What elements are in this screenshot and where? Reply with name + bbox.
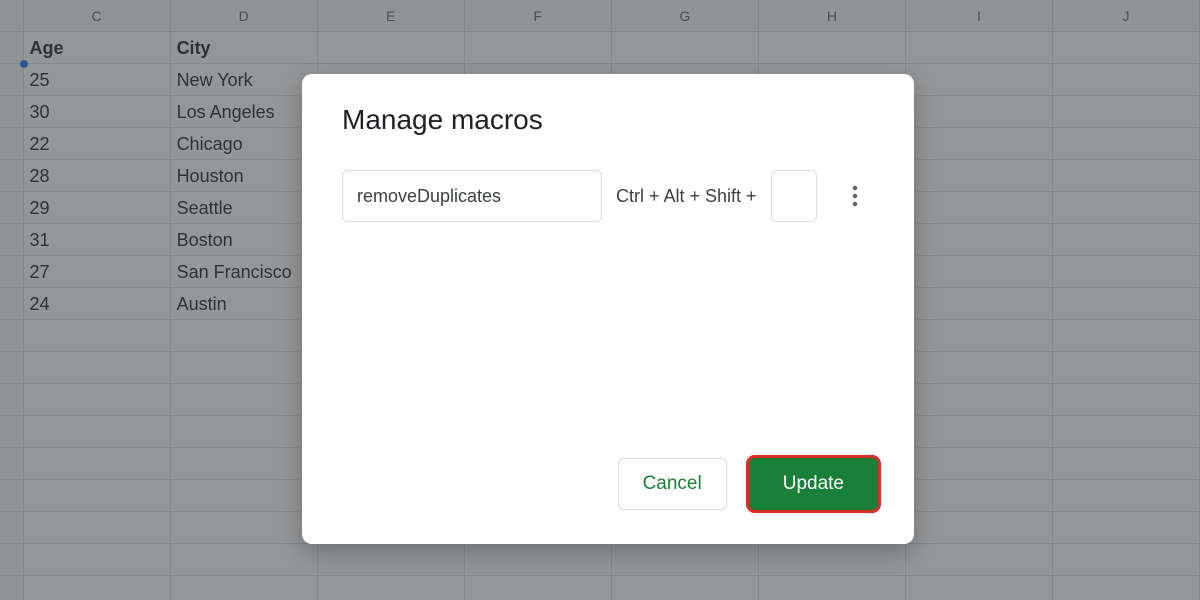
more-options-button[interactable] bbox=[837, 176, 873, 216]
cancel-button[interactable]: Cancel bbox=[618, 458, 727, 510]
shortcut-prefix-label: Ctrl + Alt + Shift + bbox=[616, 186, 757, 207]
macro-row: Ctrl + Alt + Shift + bbox=[342, 170, 874, 222]
update-button[interactable]: Update bbox=[749, 458, 878, 510]
macro-name-input[interactable] bbox=[342, 170, 602, 222]
dialog-title: Manage macros bbox=[342, 104, 874, 136]
more-vert-icon bbox=[852, 184, 858, 208]
shortcut-key-input[interactable] bbox=[771, 170, 817, 222]
dialog-actions: Cancel Update bbox=[618, 458, 878, 510]
manage-macros-dialog: Manage macros Ctrl + Alt + Shift + Cance… bbox=[302, 74, 914, 544]
